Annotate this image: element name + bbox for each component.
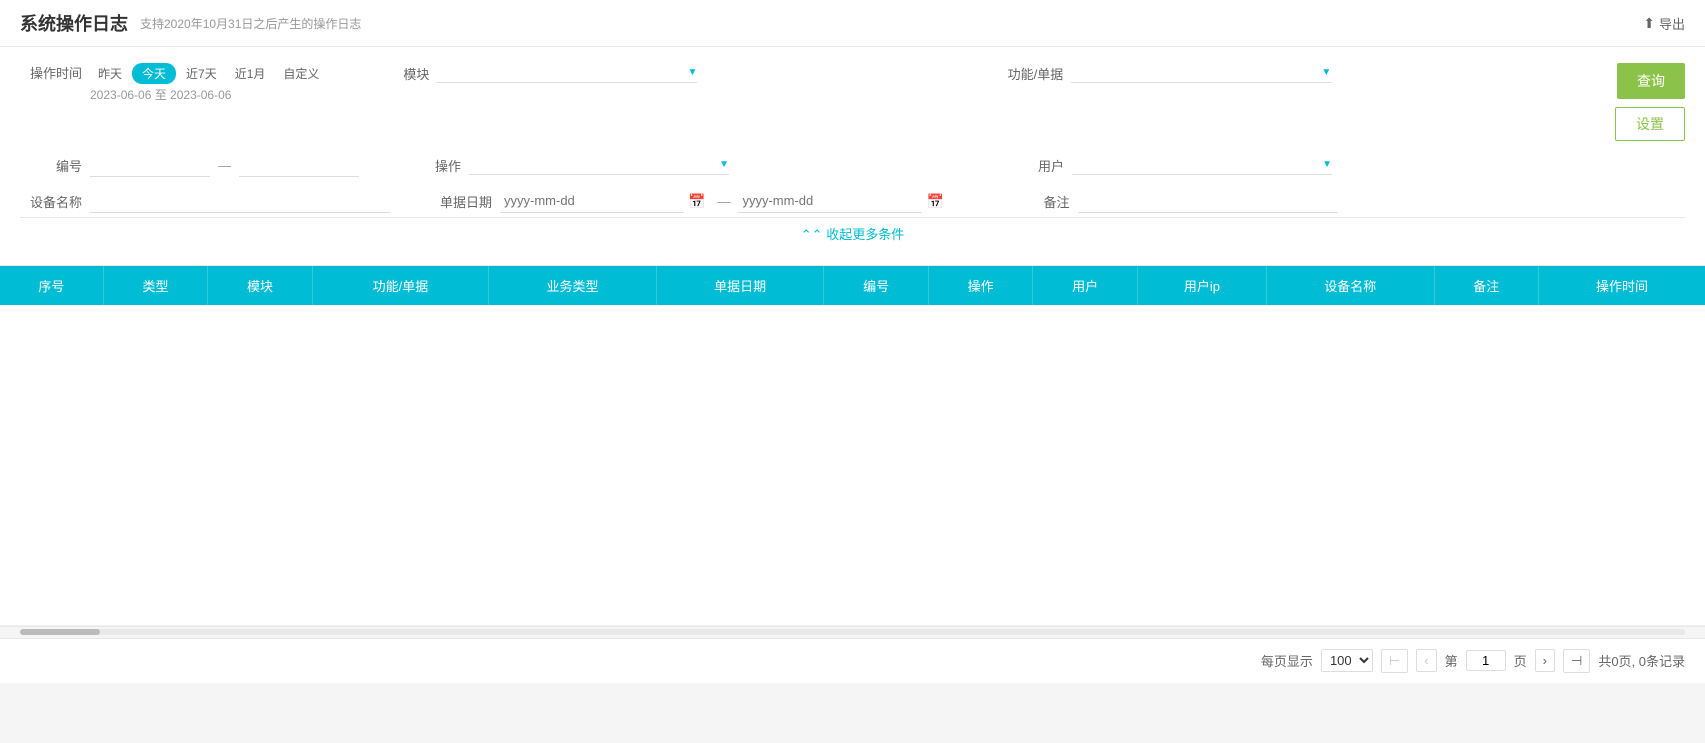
calendar-start-icon[interactable]: 📅 (688, 193, 705, 210)
device-input[interactable] (90, 189, 390, 213)
prev-page-button[interactable]: ‹ (1416, 649, 1436, 672)
collapse-button[interactable]: ⌃⌃ 收起更多条件 (20, 217, 1685, 249)
date-label: 单据日期 (430, 192, 500, 211)
data-table: 序号类型模块功能/单据业务类型单据日期编号操作用户用户ip设备名称备注操作时间 (0, 266, 1705, 626)
operation-label: 操作 (399, 156, 469, 175)
next-page-button[interactable]: › (1535, 649, 1555, 672)
table-col-类型: 类型 (103, 266, 207, 305)
time-filter-group: 昨天 今天 近7天 近1月 自定义 2023-06-06 至 2023-06-0… (90, 63, 327, 103)
export-label: 导出 (1659, 14, 1685, 33)
export-button[interactable]: ⬆ 导出 (1643, 14, 1685, 33)
filter-section: 操作时间 昨天 今天 近7天 近1月 自定义 2023-06-06 至 2023… (0, 47, 1705, 266)
func-label: 功能/单据 (1001, 64, 1071, 83)
table-header: 序号类型模块功能/单据业务类型单据日期编号操作用户用户ip设备名称备注操作时间 (0, 266, 1705, 305)
table-col-设备名称: 设备名称 (1266, 266, 1434, 305)
page-header: 系统操作日志 支持2020年10月31日之后产生的操作日志 ⬆ 导出 (0, 0, 1705, 47)
collapse-label: 收起更多条件 (826, 227, 904, 242)
module-label: 模块 (367, 64, 437, 83)
number-input-start[interactable] (90, 153, 210, 177)
last7-btn[interactable]: 近7天 (178, 63, 225, 84)
export-icon: ⬆ (1643, 15, 1655, 32)
page-size-select[interactable]: 100 (1321, 649, 1373, 672)
number-label: 编号 (20, 156, 90, 175)
scrollbar-track[interactable] (20, 629, 1685, 635)
last-page-button[interactable]: ⊣ (1563, 649, 1590, 673)
remark-label: 备注 (1008, 192, 1078, 211)
query-button[interactable]: 查询 (1617, 63, 1685, 99)
table-col-序号: 序号 (0, 266, 103, 305)
header-left: 系统操作日志 支持2020年10月31日之后产生的操作日志 (20, 10, 361, 36)
table-col-编号: 编号 (824, 266, 928, 305)
user-label: 用户 (1002, 156, 1072, 175)
table-col-操作时间: 操作时间 (1539, 266, 1705, 305)
last1m-btn[interactable]: 近1月 (227, 63, 274, 84)
table-header-row: 序号类型模块功能/单据业务类型单据日期编号操作用户用户ip设备名称备注操作时间 (0, 266, 1705, 305)
collapse-chevron-icon: ⌃⌃ (801, 227, 826, 242)
operation-select[interactable]: ▼ (469, 155, 729, 175)
module-select[interactable]: ▼ (437, 63, 697, 83)
time-label: 操作时间 (20, 63, 90, 82)
table-body (0, 305, 1705, 625)
date-start-input[interactable] (500, 189, 684, 213)
table-col-用户: 用户 (1033, 266, 1137, 305)
func-select[interactable]: ▼ (1071, 63, 1331, 83)
number-input-end[interactable] (239, 153, 359, 177)
page-title: 系统操作日志 (20, 10, 128, 36)
page-subtitle: 支持2020年10月31日之后产生的操作日志 (140, 15, 361, 32)
table-col-单据日期: 单据日期 (656, 266, 824, 305)
table-col-用户ip: 用户ip (1137, 266, 1266, 305)
table-col-模块: 模块 (208, 266, 312, 305)
table-col-操作: 操作 (928, 266, 1032, 305)
date-dash: — (717, 194, 730, 209)
today-btn[interactable]: 今天 (132, 63, 176, 84)
date-end-input[interactable] (738, 189, 922, 213)
func-chevron-icon: ▼ (1321, 67, 1331, 78)
scrollbar-area (0, 626, 1705, 638)
number-dash: — (218, 158, 231, 173)
settings-button[interactable]: 设置 (1615, 107, 1685, 141)
first-page-button[interactable]: ⊢ (1381, 649, 1408, 673)
page-number-input[interactable] (1466, 650, 1506, 671)
remark-input[interactable] (1078, 189, 1338, 213)
filter-actions: 查询 设置 (1595, 63, 1685, 141)
yesterday-btn[interactable]: 昨天 (90, 63, 130, 84)
operation-chevron-icon: ▼ (719, 159, 729, 170)
module-chevron-icon: ▼ (688, 67, 698, 78)
per-page-label: 每页显示 (1261, 651, 1313, 670)
user-chevron-icon: ▼ (1322, 159, 1332, 170)
date-range: 2023-06-06 至 2023-06-06 (90, 86, 327, 103)
user-select[interactable]: ▼ (1072, 155, 1332, 175)
pagination-bar: 每页显示 100 ⊢ ‹ 第 页 › ⊣ 共0页, 0条记录 (0, 638, 1705, 683)
device-label: 设备名称 (20, 192, 90, 211)
scrollbar-thumb[interactable] (20, 629, 100, 635)
page-unit: 页 (1514, 651, 1527, 670)
page-total: 共0页, 0条记录 (1598, 651, 1685, 670)
table-col-备注: 备注 (1434, 266, 1538, 305)
custom-btn[interactable]: 自定义 (275, 63, 327, 84)
table-col-功能/单据: 功能/单据 (312, 266, 488, 305)
table-col-业务类型: 业务类型 (489, 266, 657, 305)
page-label: 第 (1445, 651, 1458, 670)
calendar-end-icon[interactable]: 📅 (926, 193, 943, 210)
table-section: 序号类型模块功能/单据业务类型单据日期编号操作用户用户ip设备名称备注操作时间 (0, 266, 1705, 626)
